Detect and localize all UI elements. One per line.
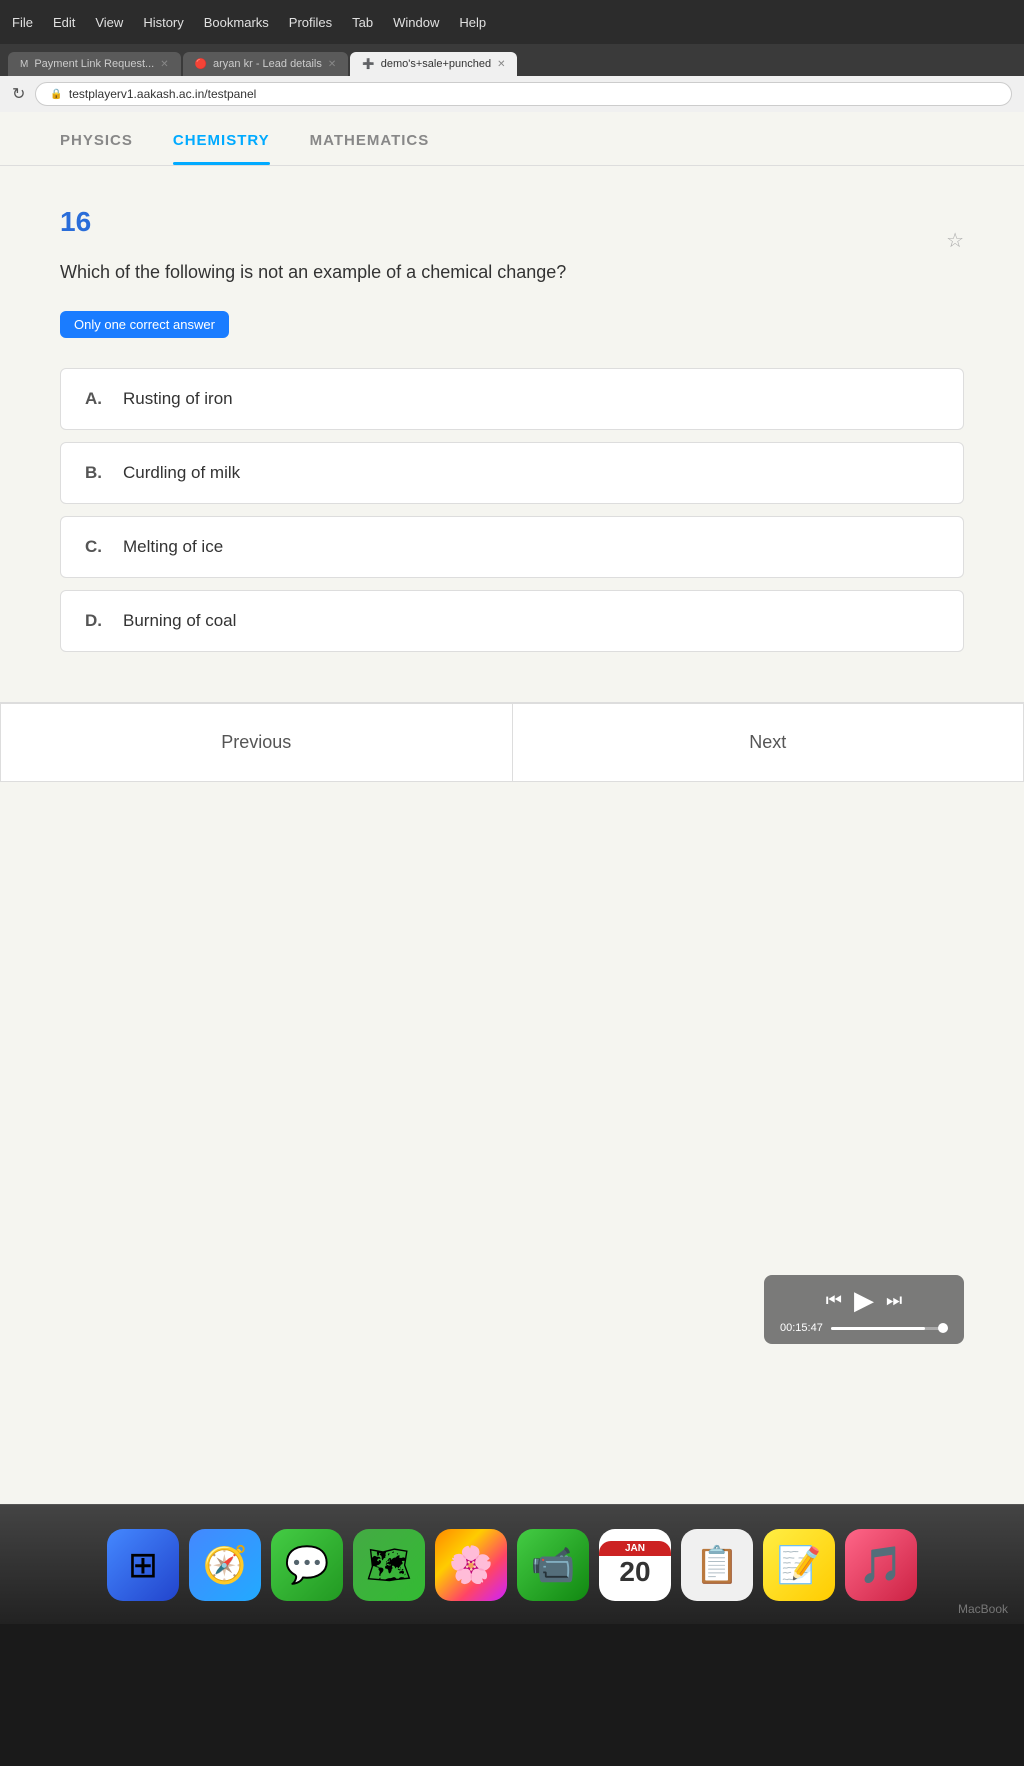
- play-button[interactable]: ▶: [854, 1285, 874, 1316]
- option-d-label: D.: [85, 611, 109, 631]
- calendar-day: 20: [619, 1556, 650, 1588]
- question-text: Which of the following is not an example…: [60, 258, 964, 287]
- option-c[interactable]: C. Melting of ice: [60, 516, 964, 578]
- dock-item-notes[interactable]: 📝: [763, 1529, 835, 1601]
- tab-3[interactable]: ➕ demo's+sale+punched ✕: [350, 52, 517, 76]
- media-progress: 00:15:47: [780, 1322, 948, 1334]
- option-c-label: C.: [85, 537, 109, 557]
- option-d[interactable]: D. Burning of coal: [60, 590, 964, 652]
- option-b-label: B.: [85, 463, 109, 483]
- dock-item-photos[interactable]: 🌸: [435, 1529, 507, 1601]
- tab-3-icon: ➕: [362, 59, 374, 70]
- question-area: 16 ☆ Which of the following is not an ex…: [0, 166, 1024, 692]
- rewind-button[interactable]: ⏮: [826, 1290, 842, 1311]
- tab-physics[interactable]: PHYSICS: [60, 112, 133, 165]
- progress-thumb: [938, 1323, 948, 1333]
- media-time: 00:15:47: [780, 1322, 823, 1334]
- fast-forward-button[interactable]: ⏭: [886, 1290, 902, 1311]
- previous-button[interactable]: Previous: [0, 703, 512, 782]
- tab-1-label: Payment Link Request...: [34, 58, 154, 70]
- nav-buttons: Previous Next: [0, 702, 1024, 782]
- option-a-text: Rusting of iron: [123, 389, 233, 409]
- dock-item-messages[interactable]: 💬: [271, 1529, 343, 1601]
- dock-item-facetime[interactable]: 📹: [517, 1529, 589, 1601]
- menubar-item-history[interactable]: History: [143, 15, 183, 30]
- tab-3-close[interactable]: ✕: [497, 59, 505, 70]
- options-list: A. Rusting of iron B. Curdling of milk C…: [60, 368, 964, 652]
- address-bar: ↻ 🔒 testplayerv1.aakash.ac.in/testpanel: [0, 76, 1024, 112]
- launchpad-icon: ⊞: [128, 1544, 158, 1586]
- browser-chrome: M Payment Link Request... ✕ 🔴 aryan kr -…: [0, 44, 1024, 112]
- menubar: File Edit View History Bookmarks Profile…: [0, 0, 1024, 44]
- option-b-text: Curdling of milk: [123, 463, 240, 483]
- dock-item-reminders[interactable]: 📋: [681, 1529, 753, 1601]
- music-icon: 🎵: [859, 1544, 904, 1586]
- tab-1-close[interactable]: ✕: [160, 59, 168, 70]
- reminders-icon: 📋: [695, 1544, 740, 1586]
- url-favicon: 🔒: [50, 89, 62, 100]
- menubar-item-profiles[interactable]: Profiles: [289, 15, 332, 30]
- facetime-icon: 📹: [531, 1544, 576, 1586]
- menubar-item-bookmarks[interactable]: Bookmarks: [204, 15, 269, 30]
- tab-chemistry[interactable]: CHEMISTRY: [173, 112, 270, 165]
- safari-icon: 🧭: [203, 1544, 248, 1586]
- option-a-label: A.: [85, 389, 109, 409]
- menubar-item-window[interactable]: Window: [393, 15, 439, 30]
- question-number: 16: [60, 206, 964, 238]
- tab-mathematics[interactable]: MATHEMATICS: [310, 112, 430, 165]
- tab-2-icon: 🔴: [195, 59, 207, 70]
- tab-bar: M Payment Link Request... ✕ 🔴 aryan kr -…: [0, 52, 1024, 76]
- menubar-item-view[interactable]: View: [95, 15, 123, 30]
- option-d-text: Burning of coal: [123, 611, 236, 631]
- dock-item-calendar[interactable]: JAN 20: [599, 1529, 671, 1601]
- content-area: PHYSICS CHEMISTRY MATHEMATICS 16 ☆ Which…: [0, 112, 1024, 1624]
- tab-2[interactable]: 🔴 aryan kr - Lead details ✕: [183, 52, 349, 76]
- notes-icon: 📝: [777, 1544, 822, 1586]
- option-a[interactable]: A. Rusting of iron: [60, 368, 964, 430]
- tab-1-icon: M: [20, 59, 28, 70]
- photos-icon: 🌸: [449, 1544, 494, 1586]
- calendar-month: JAN: [599, 1541, 671, 1556]
- progress-fill: [831, 1327, 925, 1330]
- maps-icon: 🗺: [366, 1544, 412, 1586]
- menubar-item-file[interactable]: File: [12, 15, 33, 30]
- menubar-item-help[interactable]: Help: [459, 15, 486, 30]
- menubar-item-tab[interactable]: Tab: [352, 15, 373, 30]
- media-controls: ⏮ ▶ ⏭ 00:15:47: [764, 1275, 964, 1344]
- menubar-item-edit[interactable]: Edit: [53, 15, 75, 30]
- macbook-label: MacBook: [958, 1602, 1008, 1616]
- tab-2-close[interactable]: ✕: [328, 59, 336, 70]
- dock-item-safari[interactable]: 🧭: [189, 1529, 261, 1601]
- next-button[interactable]: Next: [512, 703, 1024, 782]
- answer-type-badge: Only one correct answer: [60, 311, 229, 338]
- url-text: testplayerv1.aakash.ac.in/testpanel: [69, 87, 256, 101]
- progress-bar[interactable]: [831, 1327, 948, 1330]
- tab-3-label: demo's+sale+punched: [381, 58, 491, 70]
- refresh-button[interactable]: ↻: [12, 84, 25, 104]
- subject-tabs: PHYSICS CHEMISTRY MATHEMATICS: [0, 112, 1024, 166]
- dock-item-maps[interactable]: 🗺: [353, 1529, 425, 1601]
- tab-1[interactable]: M Payment Link Request... ✕: [8, 52, 181, 76]
- messages-icon: 💬: [285, 1544, 330, 1586]
- dock-item-launchpad[interactable]: ⊞: [107, 1529, 179, 1601]
- tab-2-label: aryan kr - Lead details: [213, 58, 322, 70]
- url-box[interactable]: 🔒 testplayerv1.aakash.ac.in/testpanel: [35, 82, 1012, 106]
- media-buttons: ⏮ ▶ ⏭: [826, 1285, 902, 1316]
- option-c-text: Melting of ice: [123, 537, 223, 557]
- bookmark-icon[interactable]: ☆: [946, 228, 964, 253]
- dock: ⊞ 🧭 💬 🗺 🌸 📹 JAN 20 📋 📝 🎵: [0, 1504, 1024, 1624]
- dock-item-music[interactable]: 🎵: [845, 1529, 917, 1601]
- option-b[interactable]: B. Curdling of milk: [60, 442, 964, 504]
